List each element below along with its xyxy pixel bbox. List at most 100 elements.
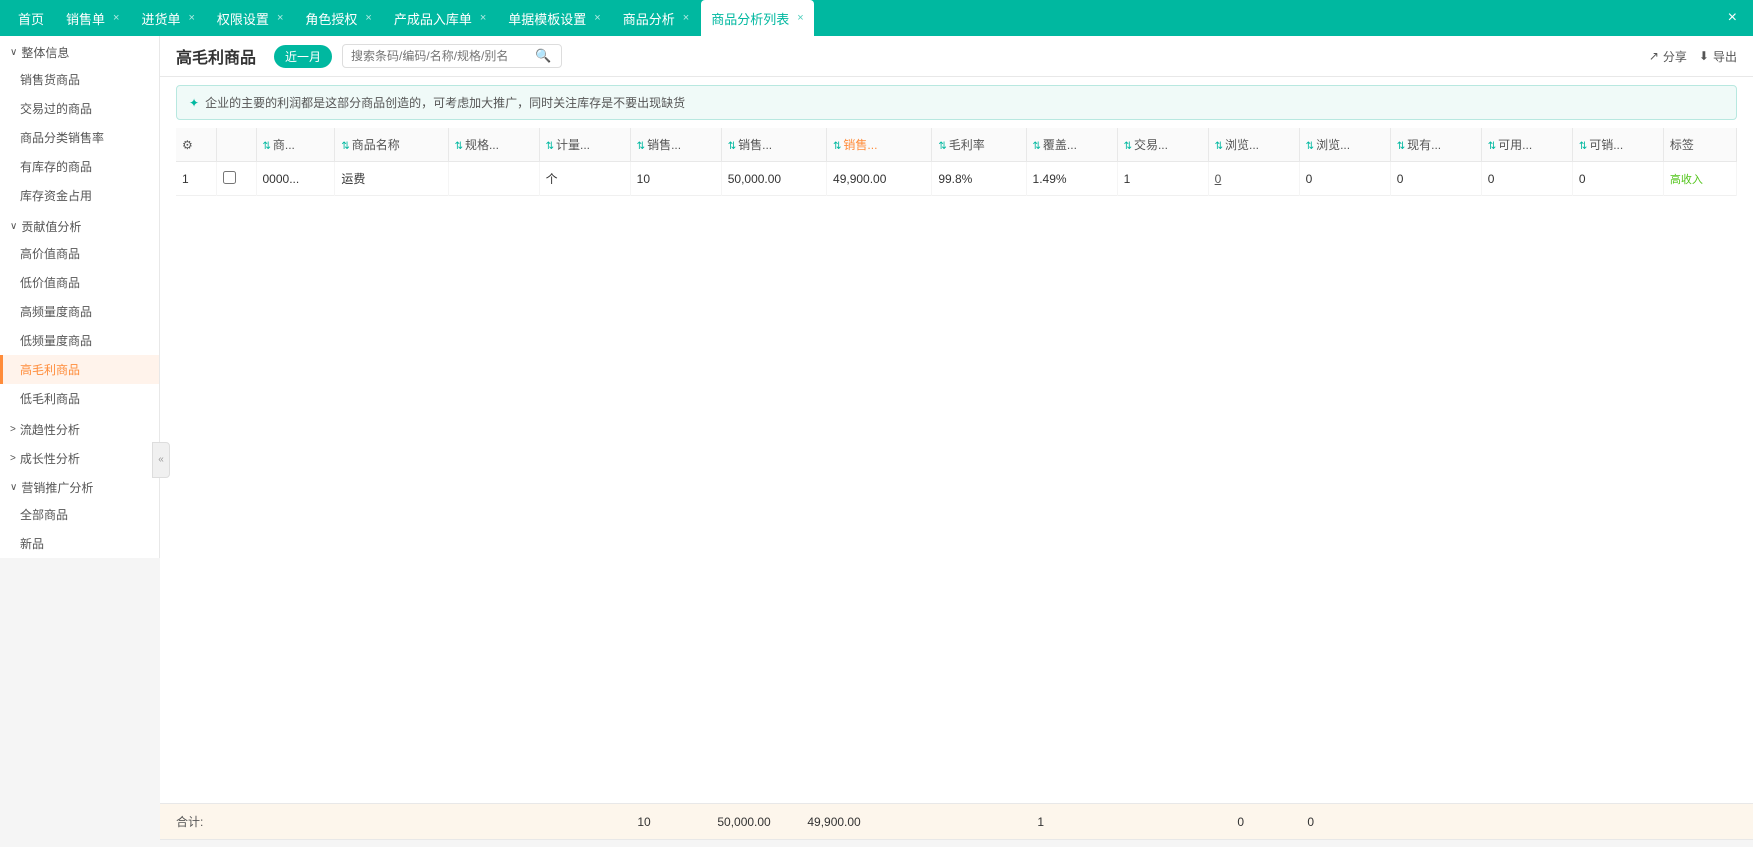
sidebar-item-traded-goods[interactable]: 交易过的商品 [0, 94, 159, 123]
nav-close-sales[interactable]: × [113, 12, 119, 24]
sidebar-wrapper: ∨整体信息销售货商品交易过的商品商品分类销售率有库存的商品库存资金占用∨贡献值分… [0, 36, 160, 847]
footer-label: 合计: [176, 813, 203, 830]
nav-item-analysis[interactable]: 商品分析× [613, 0, 699, 36]
scroll-hint [160, 839, 1753, 847]
cell-current-stock: 0 [1390, 162, 1481, 196]
footer-cells: 10 50,000.00 49,900.00 1 0 0 [231, 813, 1737, 831]
nav-item-template[interactable]: 单据模板设置× [498, 0, 610, 36]
cell-sales-amount: 50,000.00 [721, 162, 826, 196]
col-header-unit[interactable]: ⇅计量... [539, 128, 630, 162]
sidebar-item-low-value[interactable]: 低价值商品 [0, 268, 159, 297]
export-icon: ⬇ [1699, 49, 1709, 63]
sidebar-item-analysis-rate[interactable]: 商品分类销售率 [0, 123, 159, 152]
sort-icon: ⇅ [637, 141, 645, 152]
col-header-coverage[interactable]: ⇅覆盖... [1026, 128, 1117, 162]
cell-browse1[interactable]: 0 [1208, 162, 1299, 196]
sidebar-item-all-goods[interactable]: 全部商品 [0, 500, 159, 529]
sidebar-group-label-text: 成长性分析 [20, 450, 80, 467]
col-header-sales-amount[interactable]: ⇅销售... [721, 128, 826, 162]
search-input[interactable] [351, 49, 531, 63]
cell-trade-count: 1 [1117, 162, 1208, 196]
sidebar-group-financial[interactable]: ∨贡献值分析 [0, 210, 159, 239]
col-label: 可销... [1589, 138, 1623, 152]
sort-icon: ⇅ [341, 141, 349, 152]
sidebar-item-high-value[interactable]: 高价值商品 [0, 239, 159, 268]
col-header-margin-rate[interactable]: ⇅毛利率 [932, 128, 1026, 162]
sidebar-item-in-stock[interactable]: 有库存的商品 [0, 152, 159, 181]
sidebar-item-low-freq[interactable]: 低频量度商品 [0, 326, 159, 355]
col-label: 销售... [647, 138, 681, 152]
sidebar-item-stock-ratio[interactable]: 库存资金占用 [0, 181, 159, 210]
header-actions: ↗ 分享 ⬇ 导出 [1649, 48, 1737, 65]
export-button[interactable]: ⬇ 导出 [1699, 48, 1737, 65]
sidebar-item-low-margin[interactable]: 低毛利商品 [0, 384, 159, 413]
sort-icon: ⇅ [263, 141, 271, 152]
cell-tag[interactable]: 高收入 [1663, 162, 1736, 196]
sort-icon: ⇅ [1124, 141, 1132, 152]
table-row: 10000...运费个1050,000.0049,900.0099.8%1.49… [176, 162, 1737, 196]
nav-close-permissions[interactable]: × [277, 12, 283, 24]
share-button[interactable]: ↗ 分享 [1649, 48, 1687, 65]
sort-icon: ⇅ [833, 141, 841, 152]
col-label: 覆盖... [1043, 138, 1077, 152]
sidebar-collapse-button[interactable]: « [152, 442, 170, 478]
col-header-name[interactable]: ⇅商品名称 [335, 128, 448, 162]
col-header-code[interactable]: ⇅商... [256, 128, 335, 162]
chevron-icon: ∨ [10, 482, 17, 493]
sidebar-item-sales-goods[interactable]: 销售货商品 [0, 65, 159, 94]
col-header-checkbox [216, 128, 256, 162]
share-icon: ↗ [1649, 49, 1659, 63]
chevron-icon: > [10, 453, 16, 464]
nav-item-purchase[interactable]: 进货单× [131, 0, 204, 36]
nav-close-product-entry[interactable]: × [480, 12, 486, 24]
nav-item-roles[interactable]: 角色授权× [295, 0, 381, 36]
col-label: 销售... [738, 138, 772, 152]
nav-close-roles[interactable]: × [365, 12, 371, 24]
col-header-current-stock[interactable]: ⇅现有... [1390, 128, 1481, 162]
sidebar-group-label-text: 整体信息 [21, 44, 69, 61]
nav-close-template[interactable]: × [594, 12, 600, 24]
nav-item-product-entry[interactable]: 产成品入库单× [384, 0, 496, 36]
col-label: 商... [273, 138, 295, 152]
main-layout: ∨整体信息销售货商品交易过的商品商品分类销售率有库存的商品库存资金占用∨贡献值分… [0, 36, 1753, 847]
nav-close-analysis-list[interactable]: × [797, 12, 803, 24]
page-title: 高毛利商品 [176, 44, 256, 68]
col-label: 可用... [1498, 138, 1532, 152]
sidebar-group-overall[interactable]: ∨整体信息 [0, 36, 159, 65]
footer-sales-qty: 10 [631, 813, 711, 831]
info-icon: ✦ [189, 96, 199, 110]
table-container[interactable]: ⚙⇅商...⇅商品名称⇅规格...⇅计量...⇅销售...⇅销售...⇅销售..… [160, 128, 1753, 803]
nav-item-analysis-list[interactable]: 商品分析列表× [701, 0, 813, 36]
nav-item-home[interactable]: 首页 [8, 0, 54, 36]
nav-item-permissions[interactable]: 权限设置× [207, 0, 293, 36]
close-all-button[interactable]: × [1720, 9, 1745, 27]
col-header-spec[interactable]: ⇅规格... [448, 128, 539, 162]
col-header-trade-count[interactable]: ⇅交易... [1117, 128, 1208, 162]
col-header-sales-cost[interactable]: ⇅销售... [827, 128, 932, 162]
cell-checkbox[interactable] [216, 162, 256, 196]
col-header-sellable[interactable]: ⇅可销... [1572, 128, 1663, 162]
col-label: 交易... [1134, 138, 1168, 152]
sidebar-item-high-margin[interactable]: 高毛利商品 [0, 355, 159, 384]
sort-icon: ⇅ [1215, 141, 1223, 152]
sidebar: ∨整体信息销售货商品交易过的商品商品分类销售率有库存的商品库存资金占用∨贡献值分… [0, 36, 160, 558]
sidebar-group-marketing[interactable]: ∨营销推广分析 [0, 471, 159, 500]
col-header-sales-qty[interactable]: ⇅销售... [630, 128, 721, 162]
sidebar-group-growth[interactable]: > 成长性分析 [0, 442, 159, 471]
sidebar-group-trend[interactable]: >流趋性分析 [0, 413, 159, 442]
col-label: 销售... [843, 138, 877, 152]
col-header-browse1[interactable]: ⇅浏览... [1208, 128, 1299, 162]
sidebar-item-new-goods[interactable]: 新品 [0, 529, 159, 558]
nav-item-sales[interactable]: 销售单× [56, 0, 129, 36]
sort-icon: ⇅ [1397, 141, 1405, 152]
col-label: ⚙ [182, 138, 193, 152]
nav-close-purchase[interactable]: × [188, 12, 194, 24]
col-header-browse2[interactable]: ⇅浏览... [1299, 128, 1390, 162]
time-filter-near-month[interactable]: 近一月 [274, 45, 332, 68]
col-header-available[interactable]: ⇅可用... [1481, 128, 1572, 162]
nav-close-analysis[interactable]: × [683, 12, 689, 24]
search-icon[interactable]: 🔍 [535, 48, 551, 64]
sidebar-item-high-freq[interactable]: 高频量度商品 [0, 297, 159, 326]
sidebar-group-label-text: 贡献值分析 [21, 218, 81, 235]
export-label: 导出 [1713, 48, 1737, 65]
